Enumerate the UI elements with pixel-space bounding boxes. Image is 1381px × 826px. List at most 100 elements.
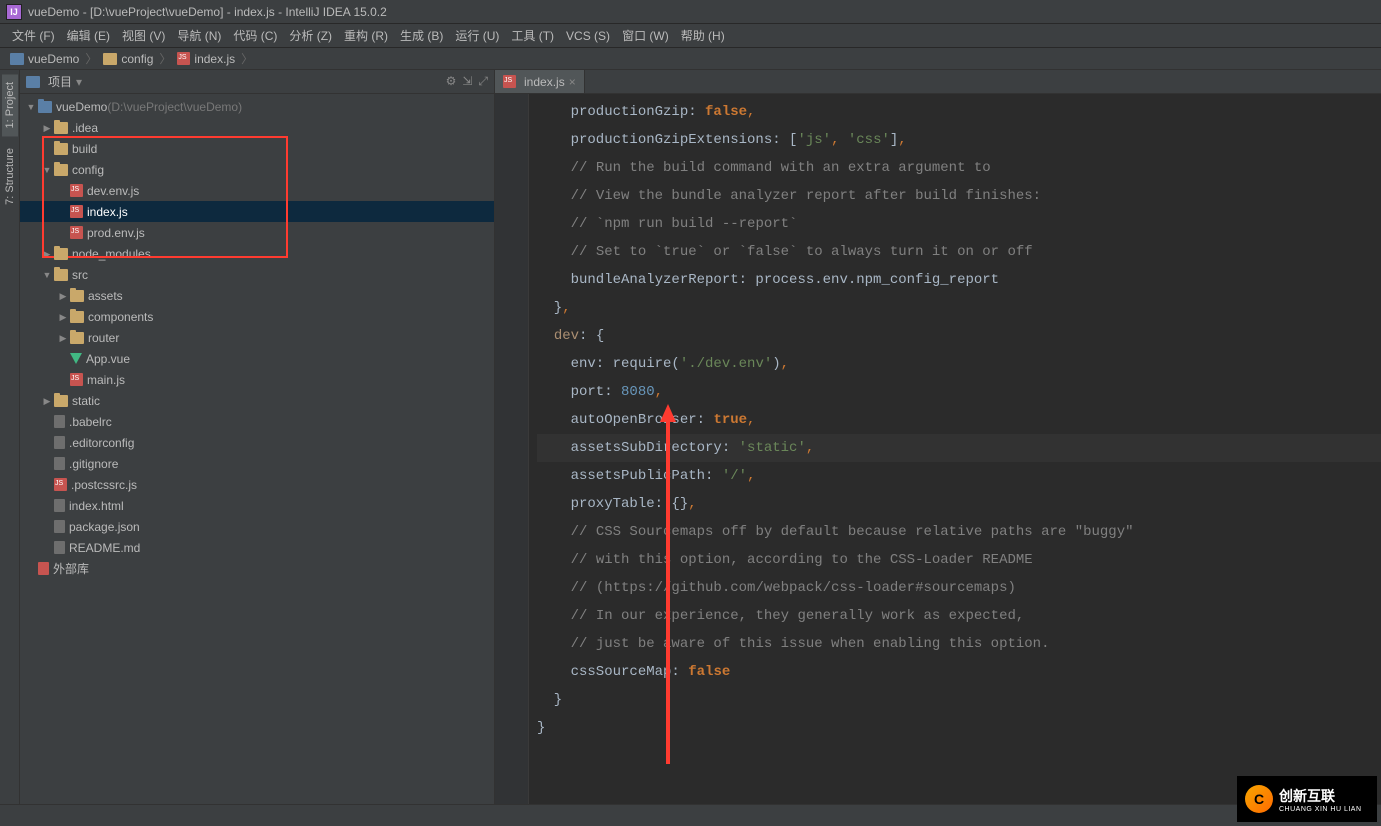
tree-arrow-icon[interactable]: ▶ [58, 333, 68, 343]
menu-item[interactable]: 窗口 (W) [616, 25, 675, 46]
menu-item[interactable]: 导航 (N) [171, 25, 227, 46]
tree-row[interactable]: package.json [20, 516, 494, 537]
tree-arrow-icon[interactable]: ▶ [58, 291, 68, 301]
code-line[interactable]: // In our experience, they generally wor… [537, 602, 1381, 630]
tree-row[interactable]: ▼config [20, 159, 494, 180]
menu-item[interactable]: 文件 (F) [6, 25, 61, 46]
tree-row[interactable]: ▶.idea [20, 117, 494, 138]
tree-row[interactable]: .editorconfig [20, 432, 494, 453]
tree-arrow-icon[interactable] [42, 522, 52, 532]
menu-item[interactable]: VCS (S) [560, 27, 616, 45]
tree-arrow-icon[interactable] [42, 459, 52, 469]
tree-row[interactable]: ▶node_modules [20, 243, 494, 264]
tree-arrow-icon[interactable]: ▶ [42, 396, 52, 406]
code-line[interactable]: assetsPublicPath: '/', [537, 462, 1381, 490]
tree-arrow-icon[interactable] [42, 543, 52, 553]
code-line[interactable]: // Set to `true` or `false` to always tu… [537, 238, 1381, 266]
code-line[interactable]: productionGzipExtensions: ['js', 'css'], [537, 126, 1381, 154]
tree-arrow-icon[interactable] [58, 186, 68, 196]
tree-arrow-icon[interactable] [58, 228, 68, 238]
menu-item[interactable]: 编辑 (E) [61, 25, 116, 46]
tree-arrow-icon[interactable]: ▶ [42, 123, 52, 133]
code-line[interactable]: // just be aware of this issue when enab… [537, 630, 1381, 658]
tree-row[interactable]: ▼vueDemo (D:\vueProject\vueDemo) [20, 96, 494, 117]
tree-label: dev.env.js [87, 184, 139, 198]
tree-arrow-icon[interactable]: ▼ [42, 165, 52, 175]
menu-item[interactable]: 重构 (R) [338, 25, 394, 46]
tree-label: README.md [69, 541, 140, 555]
breadcrumb-item[interactable]: index.js [173, 52, 239, 66]
tree-row[interactable]: ▶static [20, 390, 494, 411]
code-line[interactable]: // (https://github.com/webpack/css-loade… [537, 574, 1381, 602]
code-line[interactable]: cssSourceMap: false [537, 658, 1381, 686]
tree-arrow-icon[interactable] [58, 207, 68, 217]
tree-arrow-icon[interactable] [26, 564, 36, 574]
tree-row[interactable]: ▼src [20, 264, 494, 285]
collapse-icon[interactable]: ⇲ [462, 74, 472, 89]
tree-row[interactable]: 外部库 [20, 558, 494, 579]
code-line[interactable]: // Run the build command with an extra a… [537, 154, 1381, 182]
tree-arrow-icon[interactable]: ▼ [42, 270, 52, 280]
hide-icon[interactable]: ⤢ [478, 74, 488, 89]
menu-item[interactable]: 分析 (Z) [283, 25, 338, 46]
tree-label: main.js [87, 373, 125, 387]
tree-arrow-icon[interactable]: ▼ [26, 102, 36, 112]
menu-item[interactable]: 代码 (C) [227, 25, 283, 46]
code-editor[interactable]: productionGzip: false, productionGzipExt… [529, 94, 1381, 804]
toolwindow-tab[interactable]: 1: Project [2, 74, 18, 136]
tree-row[interactable]: main.js [20, 369, 494, 390]
project-tree[interactable]: ▼vueDemo (D:\vueProject\vueDemo)▶.ideabu… [20, 94, 494, 804]
tree-arrow-icon[interactable]: ▶ [42, 249, 52, 259]
tree-arrow-icon[interactable] [42, 144, 52, 154]
menu-item[interactable]: 工具 (T) [505, 25, 560, 46]
tree-row[interactable]: App.vue [20, 348, 494, 369]
code-line[interactable]: autoOpenBrowser: true, [537, 406, 1381, 434]
menu-item[interactable]: 视图 (V) [116, 25, 171, 46]
tree-arrow-icon[interactable] [42, 417, 52, 427]
tree-row[interactable]: index.js [20, 201, 494, 222]
code-line[interactable]: }, [537, 294, 1381, 322]
tree-row[interactable]: build [20, 138, 494, 159]
close-icon[interactable]: × [569, 75, 576, 89]
breadcrumb-item[interactable]: config [99, 52, 157, 66]
dropdown-icon[interactable]: ▾ [76, 75, 82, 89]
tree-arrow-icon[interactable]: ▶ [58, 312, 68, 322]
menu-item[interactable]: 生成 (B) [394, 25, 449, 46]
tree-arrow-icon[interactable] [42, 480, 52, 490]
menu-item[interactable]: 帮助 (H) [675, 25, 731, 46]
tree-row[interactable]: .gitignore [20, 453, 494, 474]
code-line[interactable]: } [537, 686, 1381, 714]
code-line[interactable]: productionGzip: false, [537, 98, 1381, 126]
code-line[interactable]: port: 8080, [537, 378, 1381, 406]
tree-arrow-icon[interactable] [58, 354, 68, 364]
toolwindow-tab[interactable]: 7: Structure [2, 140, 18, 213]
code-line[interactable]: // with this option, according to the CS… [537, 546, 1381, 574]
tree-row[interactable]: ▶components [20, 306, 494, 327]
tree-row[interactable]: .babelrc [20, 411, 494, 432]
menu-item[interactable]: 运行 (U) [449, 25, 505, 46]
code-line[interactable]: assetsSubDirectory: 'static', [537, 434, 1381, 462]
tree-row[interactable]: prod.env.js [20, 222, 494, 243]
breadcrumb-item[interactable]: vueDemo [6, 52, 83, 66]
code-line[interactable]: bundleAnalyzerReport: process.env.npm_co… [537, 266, 1381, 294]
tree-arrow-icon[interactable] [58, 375, 68, 385]
tree-row[interactable]: .postcssrc.js [20, 474, 494, 495]
code-line[interactable]: proxyTable: {}, [537, 490, 1381, 518]
code-line[interactable]: env: require('./dev.env'), [537, 350, 1381, 378]
tree-row[interactable]: README.md [20, 537, 494, 558]
tree-row[interactable]: ▶router [20, 327, 494, 348]
tree-row[interactable]: index.html [20, 495, 494, 516]
window-title: vueDemo - [D:\vueProject\vueDemo] - inde… [28, 5, 387, 19]
code-line[interactable]: // View the bundle analyzer report after… [537, 182, 1381, 210]
tree-label: .editorconfig [69, 436, 134, 450]
tree-arrow-icon[interactable] [42, 501, 52, 511]
tree-row[interactable]: ▶assets [20, 285, 494, 306]
code-line[interactable]: // CSS Sourcemaps off by default because… [537, 518, 1381, 546]
code-line[interactable]: // `npm run build --report` [537, 210, 1381, 238]
gear-icon[interactable]: ⚙ [446, 74, 457, 89]
tree-row[interactable]: dev.env.js [20, 180, 494, 201]
tree-arrow-icon[interactable] [42, 438, 52, 448]
code-line[interactable]: } [537, 714, 1381, 742]
editor-tab-indexjs[interactable]: index.js × [495, 70, 585, 93]
code-line[interactable]: dev: { [537, 322, 1381, 350]
